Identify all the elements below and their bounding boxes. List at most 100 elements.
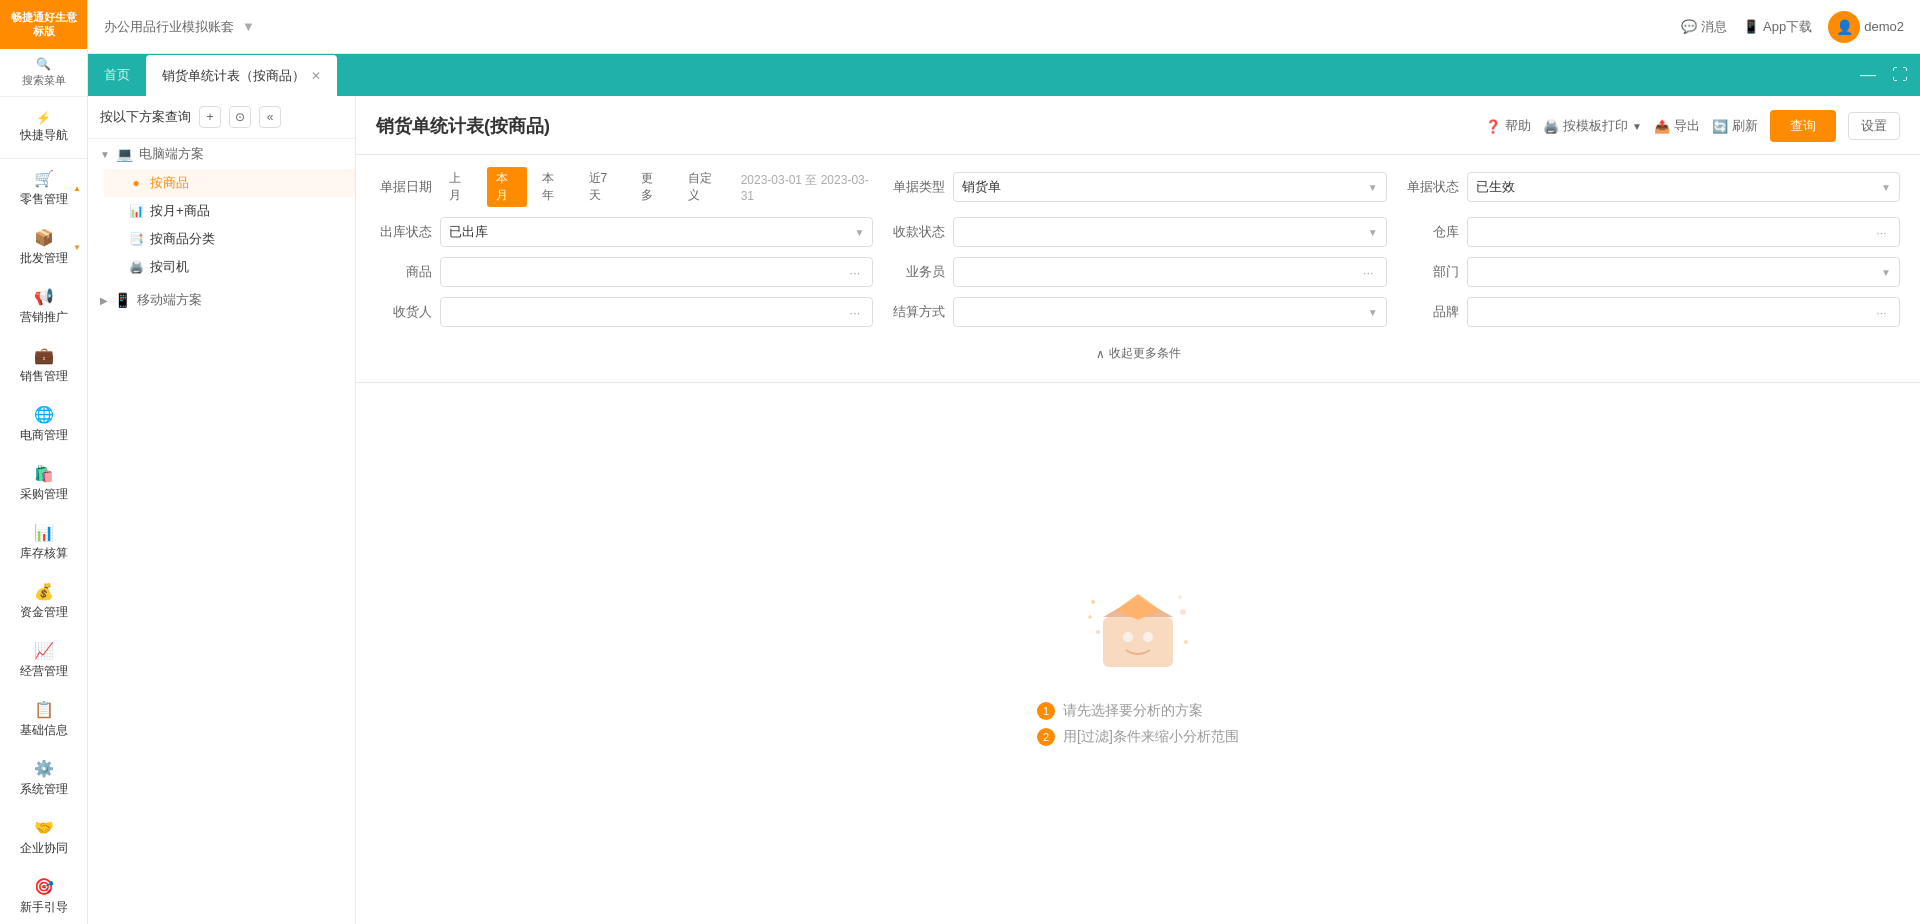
doc-type-select[interactable]: 销货单 ▼	[953, 172, 1386, 202]
add-scheme-btn[interactable]: +	[199, 106, 221, 128]
tree-node-pc[interactable]: ▼ 💻 电脑端方案	[88, 139, 355, 169]
sidebar-label-ecom: 电商管理	[20, 427, 68, 444]
logo-text: 畅捷通好生意 标版	[11, 10, 77, 39]
date-btn-this-year[interactable]: 本年	[533, 167, 574, 207]
collapse-up-icon: ∧	[1096, 347, 1105, 361]
out-status-select[interactable]: 已出库 ▼	[440, 217, 873, 247]
svg-rect-0	[1103, 617, 1173, 667]
sidebar-label-purchase: 采购管理	[20, 486, 68, 503]
collapse-panel-btn[interactable]: «	[259, 106, 281, 128]
receipt-status-select[interactable]: ▼	[953, 217, 1386, 247]
sidebar-item-retail[interactable]: 🛒 零售管理	[0, 159, 87, 218]
sidebar-label-marketing: 营销推广	[20, 309, 68, 326]
export-icon: 📤	[1654, 119, 1670, 134]
date-btn-custom[interactable]: 自定义	[679, 167, 731, 207]
tab-minimize-btn[interactable]: —	[1856, 62, 1880, 88]
warehouse-dots[interactable]: ···	[1872, 225, 1891, 240]
tab-close-icon[interactable]: ✕	[311, 69, 321, 83]
user-profile[interactable]: 👤 demo2	[1828, 11, 1904, 43]
quick-nav[interactable]: ⚡ 快捷导航	[0, 97, 87, 159]
sidebar-label-retail: 零售管理	[20, 191, 68, 208]
export-label: 导出	[1674, 117, 1700, 135]
tab-maximize-btn[interactable]: ⛶	[1888, 62, 1912, 88]
sidebar-item-sales[interactable]: 💼 销售管理	[0, 336, 87, 395]
collapse-filter-btn[interactable]: ∧ 收起更多条件	[376, 337, 1900, 370]
salesperson-select[interactable]: ···	[953, 257, 1386, 287]
app-logo: 畅捷通好生意 标版	[0, 0, 87, 49]
brand-dots[interactable]: ···	[1872, 305, 1891, 320]
company-name: 办公用品行业模拟账套	[104, 18, 234, 36]
sidebar-label-newbie: 新手引导	[20, 899, 68, 916]
filter-product: 商品 ···	[376, 257, 873, 287]
sidebar-item-purchase[interactable]: 🛍️ 采购管理	[0, 454, 87, 513]
nav-icon: ⚡	[36, 111, 51, 125]
quick-nav-item[interactable]: ⚡ 快捷导航	[0, 103, 87, 152]
date-btn-more[interactable]: 更多	[632, 167, 673, 207]
filter-doc-status: 单据状态 已生效 ▼	[1403, 172, 1900, 202]
tab-sales-stats[interactable]: 销货单统计表（按商品） ✕	[146, 55, 337, 97]
copy-scheme-btn[interactable]: ⊙	[229, 106, 251, 128]
filter-department: 部门 ▼	[1403, 257, 1900, 287]
tree-child-by-category[interactable]: 📑 按商品分类	[104, 225, 355, 253]
doc-status-select[interactable]: 已生效 ▼	[1467, 172, 1900, 202]
tree-child-by-printer[interactable]: 🖨️ 按司机	[104, 253, 355, 281]
sidebar-item-newbie[interactable]: 🎯 新手引导	[0, 867, 87, 924]
filter-row-4: 收货人 ··· 结算方式 ▼ 品牌	[376, 297, 1900, 327]
sidebar-item-basic[interactable]: 📋 基础信息	[0, 690, 87, 749]
recipient-label: 收货人	[376, 303, 432, 321]
date-range-text: 2023-03-01 至 2023-03-31	[741, 172, 874, 203]
date-btn-7days[interactable]: 近7天	[580, 167, 627, 207]
sidebar-item-ecom[interactable]: 🌐 电商管理	[0, 395, 87, 454]
sidebar-item-inventory[interactable]: 📊 库存核算	[0, 513, 87, 572]
tree-child-by-product[interactable]: ● 按商品	[104, 169, 355, 197]
search-menu[interactable]: 🔍 搜索菜单	[0, 49, 87, 97]
export-btn[interactable]: 📤 导出	[1654, 117, 1700, 135]
tab-home-label: 首页	[104, 66, 130, 84]
tabs-bar: 首页 销货单统计表（按商品） ✕ — ⛶	[88, 54, 1920, 96]
sidebar-item-system[interactable]: ⚙️ 系统管理	[0, 749, 87, 808]
product-dots[interactable]: ···	[845, 265, 864, 280]
filter-recipient: 收货人 ···	[376, 297, 873, 327]
settlement-select[interactable]: ▼	[953, 297, 1386, 327]
app-download-btn[interactable]: 📱 App下载	[1743, 18, 1812, 36]
date-btn-this-month[interactable]: 本月	[487, 167, 528, 207]
query-button[interactable]: 查询	[1770, 110, 1836, 142]
tab-sales-stats-label: 销货单统计表（按商品）	[162, 67, 305, 85]
product-select[interactable]: ···	[440, 257, 873, 287]
filter-warehouse: 仓库 ···	[1403, 217, 1900, 247]
filter-row-1: 单据日期 上月 本月 本年 近7天 更多 自定义 2023-03-01 至 20…	[376, 167, 1900, 207]
svg-point-5	[1091, 600, 1095, 604]
date-btn-last-month[interactable]: 上月	[440, 167, 481, 207]
main-area: 办公用品行业模拟账套 ▼ 💬 消息 📱 App下载 👤 demo2 首页	[88, 0, 1920, 924]
receipt-status-arrow: ▼	[1368, 227, 1378, 238]
filter-doc-type: 单据类型 销货单 ▼	[889, 172, 1386, 202]
salesperson-dots[interactable]: ···	[1359, 265, 1378, 280]
template-print-btn[interactable]: 🖨️ 按模板打印 ▼	[1543, 117, 1642, 135]
doc-type-arrow: ▼	[1368, 182, 1378, 193]
tree-node-mobile[interactable]: ▶ 📱 移动端方案	[88, 285, 355, 315]
department-select[interactable]: ▼	[1467, 257, 1900, 287]
recipient-dots[interactable]: ···	[845, 305, 864, 320]
filter-salesperson: 业务员 ···	[889, 257, 1386, 287]
brand-select[interactable]: ···	[1467, 297, 1900, 327]
svg-point-8	[1184, 640, 1188, 644]
department-label: 部门	[1403, 263, 1459, 281]
recipient-select[interactable]: ···	[440, 297, 873, 327]
tree-child-by-month-product[interactable]: 📊 按月+商品	[104, 197, 355, 225]
settings-button[interactable]: 设置	[1848, 112, 1900, 140]
topbar-dropdown-icon[interactable]: ▼	[242, 19, 255, 34]
sidebar-label-basic: 基础信息	[20, 722, 68, 739]
sidebar: 畅捷通好生意 标版 🔍 搜索菜单 ⚡ 快捷导航 🛒 零售管理 📦 批发管理 📢 …	[0, 0, 88, 924]
sidebar-item-wholesale[interactable]: 📦 批发管理	[0, 218, 87, 277]
sidebar-item-ops[interactable]: 📈 经营管理	[0, 631, 87, 690]
message-btn[interactable]: 💬 消息	[1681, 18, 1727, 36]
sidebar-item-finance[interactable]: 💰 资金管理	[0, 572, 87, 631]
app-download-label: App下载	[1763, 18, 1812, 36]
sidebar-item-corp[interactable]: 🤝 企业协同	[0, 808, 87, 867]
help-btn[interactable]: ❓ 帮助	[1485, 117, 1531, 135]
warehouse-select[interactable]: ···	[1467, 217, 1900, 247]
tab-home[interactable]: 首页	[88, 54, 146, 96]
refresh-btn[interactable]: 🔄 刷新	[1712, 117, 1758, 135]
sidebar-item-marketing[interactable]: 📢 营销推广	[0, 277, 87, 336]
child-icon-by-product: ●	[128, 175, 144, 191]
